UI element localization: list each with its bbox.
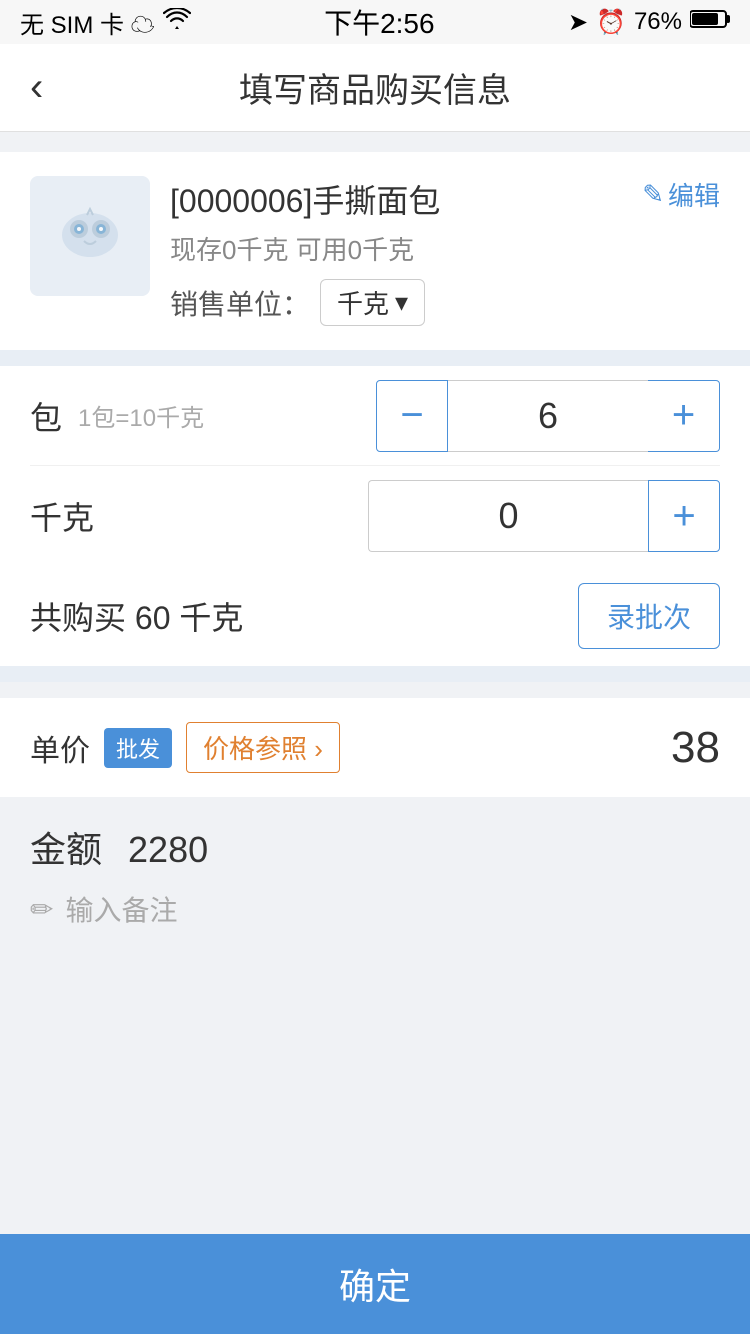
batch-tag: 批发 (104, 728, 172, 768)
kilogram-label-text: 千克 (30, 493, 94, 539)
product-card: [0000006]手撕面包 现存0千克 可用0千克 销售单位： 千克 ▾ ✎ 编… (0, 152, 750, 350)
unit-selector[interactable]: 千克 ▾ (320, 279, 425, 326)
location-icon: ➤ (568, 8, 588, 37)
summary-section: 共购买 60 千克 录批次 (0, 566, 750, 666)
page-title: 填写商品购买信息 (239, 63, 511, 112)
kilogram-controls: + (368, 480, 720, 552)
product-image (30, 176, 150, 296)
wifi-icon (163, 8, 191, 37)
unit-label: 销售单位： (170, 283, 310, 323)
amount-value: 2280 (128, 829, 208, 870)
status-right: ➤ ⏰ 76% (568, 8, 730, 37)
kg-plus-icon: + (672, 494, 695, 539)
product-logo (55, 201, 125, 271)
price-label: 单价 (30, 726, 90, 770)
pencil-icon: ✏ (30, 893, 53, 926)
batch-button[interactable]: 录批次 (578, 583, 720, 649)
product-info: [0000006]手撕面包 现存0千克 可用0千克 销售单位： 千克 ▾ (170, 176, 720, 326)
product-unit-row: 销售单位： 千克 ▾ (170, 279, 720, 326)
unit-value: 千克 (337, 284, 389, 321)
quantity-section: 包 1包=10千克 − + 千克 + (0, 366, 750, 566)
amount-row: 金额 2280 (30, 821, 720, 873)
empty-area (0, 945, 750, 1205)
alarm-icon: ⏰ (596, 8, 626, 37)
package-controls: − + (376, 380, 720, 452)
price-left: 单价 批发 价格参照 › (30, 722, 340, 773)
battery-text: 76% (634, 8, 682, 36)
product-stock: 现存0千克 可用0千克 (170, 230, 720, 267)
price-section: 单价 批发 价格参照 › 38 (0, 698, 750, 797)
price-ref-button[interactable]: 价格参照 › (186, 722, 340, 773)
product-name: [0000006]手撕面包 (170, 176, 720, 222)
nav-bar: ‹ 填写商品购买信息 (0, 44, 750, 132)
kilogram-quantity-row: 千克 + (30, 466, 720, 566)
minus-icon: − (400, 393, 423, 438)
package-hint: 1包=10千克 (78, 398, 204, 433)
remark-label: 输入备注 (65, 889, 177, 929)
edit-label: 编辑 (668, 176, 720, 213)
plus-icon: + (672, 393, 695, 438)
status-left: 无 SIM 卡 ☁ (20, 5, 191, 40)
kilogram-label: 千克 (30, 493, 94, 539)
kilogram-quantity-input[interactable] (368, 480, 648, 552)
bottom-bar[interactable]: 确定 (0, 1234, 750, 1334)
package-plus-button[interactable]: + (648, 380, 720, 452)
kilogram-plus-button[interactable]: + (648, 480, 720, 552)
remark-row[interactable]: ✏ 输入备注 (30, 889, 720, 929)
confirm-button[interactable]: 确定 (339, 1258, 411, 1310)
amount-section: 金额 2280 ✏ 输入备注 (0, 797, 750, 945)
edit-button[interactable]: ✎ 编辑 (642, 176, 720, 213)
package-label: 包 1包=10千克 (30, 393, 204, 439)
battery-icon (690, 8, 730, 36)
edit-icon: ✎ (642, 179, 664, 210)
package-quantity-row: 包 1包=10千克 − + (30, 366, 720, 466)
sim-status: 无 SIM 卡 ☁ (20, 5, 155, 40)
package-quantity-input[interactable] (448, 380, 648, 452)
amount-label: 金额 (30, 829, 102, 870)
divider-2 (0, 666, 750, 682)
status-time: 下午2:56 (324, 2, 435, 42)
status-bar: 无 SIM 卡 ☁ 下午2:56 ➤ ⏰ 76% (0, 0, 750, 44)
back-button[interactable]: ‹ (30, 65, 43, 110)
summary-text: 共购买 60 千克 (30, 593, 243, 639)
price-value: 38 (671, 723, 720, 773)
back-icon: ‹ (30, 65, 43, 109)
unit-dropdown-icon: ▾ (395, 287, 408, 318)
package-minus-button[interactable]: − (376, 380, 448, 452)
package-label-text: 包 (30, 393, 62, 439)
divider-1 (0, 350, 750, 366)
